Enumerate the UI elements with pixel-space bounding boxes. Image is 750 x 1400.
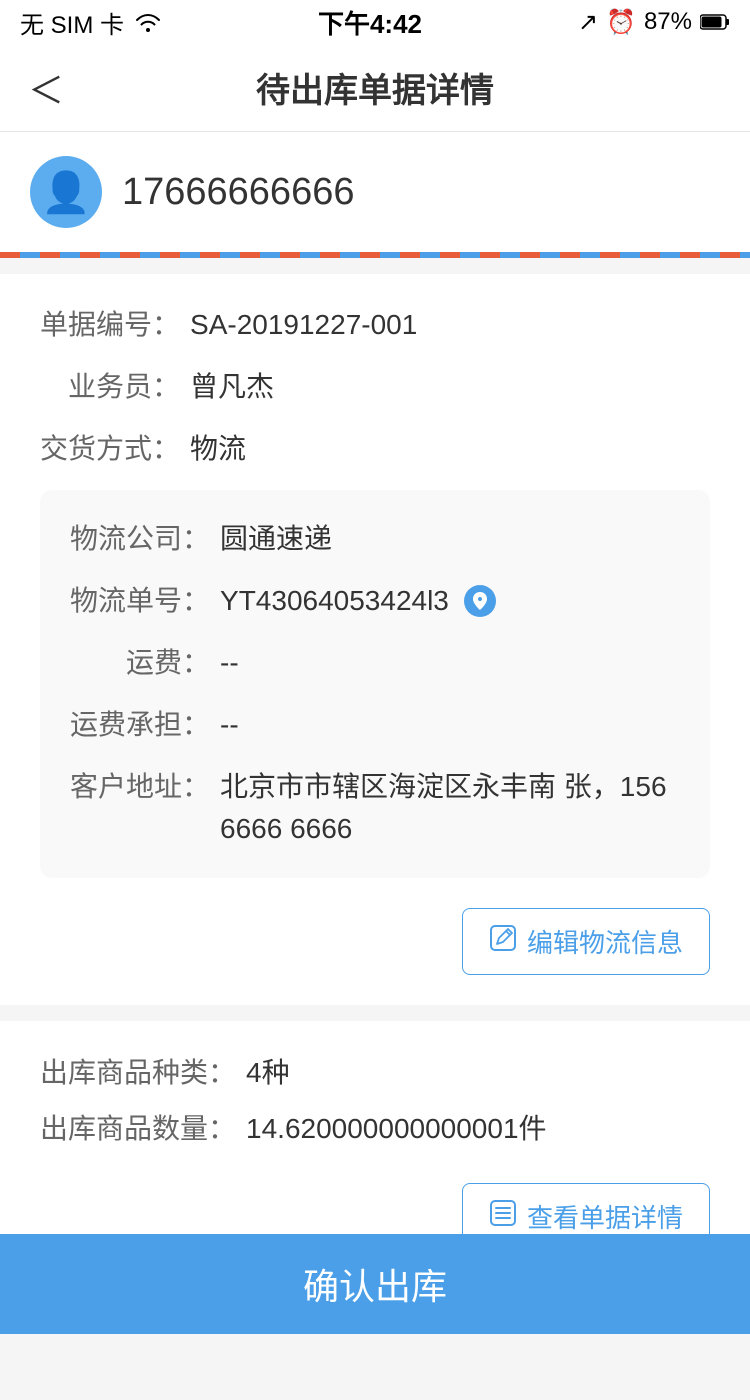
page-title: 待出库单据详情 [256,63,494,112]
confirm-button[interactable]: 确认出库 [0,1234,750,1334]
goods-types-row: 出库商品种类： 4种 [40,1051,710,1091]
location-status-icon: ↗ [578,8,598,37]
freight-row: 运费： -- [70,642,680,684]
freight-bearer-row: 运费承担： -- [70,704,680,746]
phone-header: 👤 17666666666 [0,132,750,252]
delivery-value: 物流 [190,428,710,470]
wifi-icon [134,12,162,32]
edit-icon [489,924,517,959]
freight-bearer-value: -- [220,704,680,746]
tracking-value: YT43064053424l3 [220,580,680,622]
doc-no-value: SA-20191227-001 [190,304,710,346]
logistics-company-row: 物流公司： 圆通速递 [70,518,680,560]
staff-label: 业务员： [40,366,180,408]
staff-value: 曾凡杰 [190,366,710,408]
edit-logistics-button[interactable]: 编辑物流信息 [462,908,710,975]
edit-logistics-area: 编辑物流信息 [40,898,710,975]
tracking-label: 物流单号： [70,580,210,622]
freight-label: 运费： [70,642,210,684]
detail-list-icon [489,1199,517,1234]
dashed-separator [0,252,750,258]
address-row: 客户地址： 北京市市辖区海淀区永丰南 张，156 6666 6666 [70,766,680,850]
logistics-company-label: 物流公司： [70,518,210,560]
map-pin-icon[interactable] [463,584,497,618]
address-label: 客户地址： [70,766,210,808]
logistics-card: 物流公司： 圆通速递 物流单号： YT43064053424l3 运费： -- … [40,490,710,878]
delivery-row: 交货方式： 物流 [40,428,710,470]
alarm-icon: ⏰ [606,8,636,37]
goods-types-label: 出库商品种类： [40,1051,236,1091]
back-button[interactable]: ＜ [28,62,64,114]
staff-row: 业务员： 曾凡杰 [40,366,710,408]
avatar: 👤 [30,156,102,228]
address-value: 北京市市辖区海淀区永丰南 张，156 6666 6666 [220,766,680,850]
tracking-no-row: 物流单号： YT43064053424l3 [70,580,680,622]
confirm-button-label: 确认出库 [303,1258,447,1310]
freight-bearer-label: 运费承担： [70,704,210,746]
doc-no-label: 单据编号： [40,304,180,346]
basic-info-section: 单据编号： SA-20191227-001 业务员： 曾凡杰 交货方式： 物流 … [0,274,750,1005]
view-detail-label: 查看单据详情 [527,1198,683,1235]
freight-value: -- [220,642,680,684]
status-bar: 无 SIM 卡 下午4:42 ↗ ⏰ 87% [0,0,750,44]
status-bar-time: 下午4:42 [318,4,422,41]
status-bar-left: 无 SIM 卡 [20,5,162,40]
battery-icon [700,14,730,30]
edit-logistics-label: 编辑物流信息 [527,923,683,960]
phone-number: 17666666666 [122,171,354,214]
doc-no-row: 单据编号： SA-20191227-001 [40,304,710,346]
battery-text: 87% [644,8,692,36]
person-icon: 👤 [41,169,91,216]
goods-quantity-value: 14.620000000000001件 [246,1107,547,1147]
goods-types-value: 4种 [246,1051,290,1091]
tracking-number-text: YT43064053424l3 [220,580,449,622]
nav-bar: ＜ 待出库单据详情 [0,44,750,132]
goods-quantity-label: 出库商品数量： [40,1107,236,1147]
status-bar-right: ↗ ⏰ 87% [578,8,730,37]
logistics-company-value: 圆通速递 [220,518,680,560]
delivery-label: 交货方式： [40,428,180,470]
carrier-text: 无 SIM 卡 [20,5,124,40]
goods-quantity-row: 出库商品数量： 14.620000000000001件 [40,1107,710,1147]
